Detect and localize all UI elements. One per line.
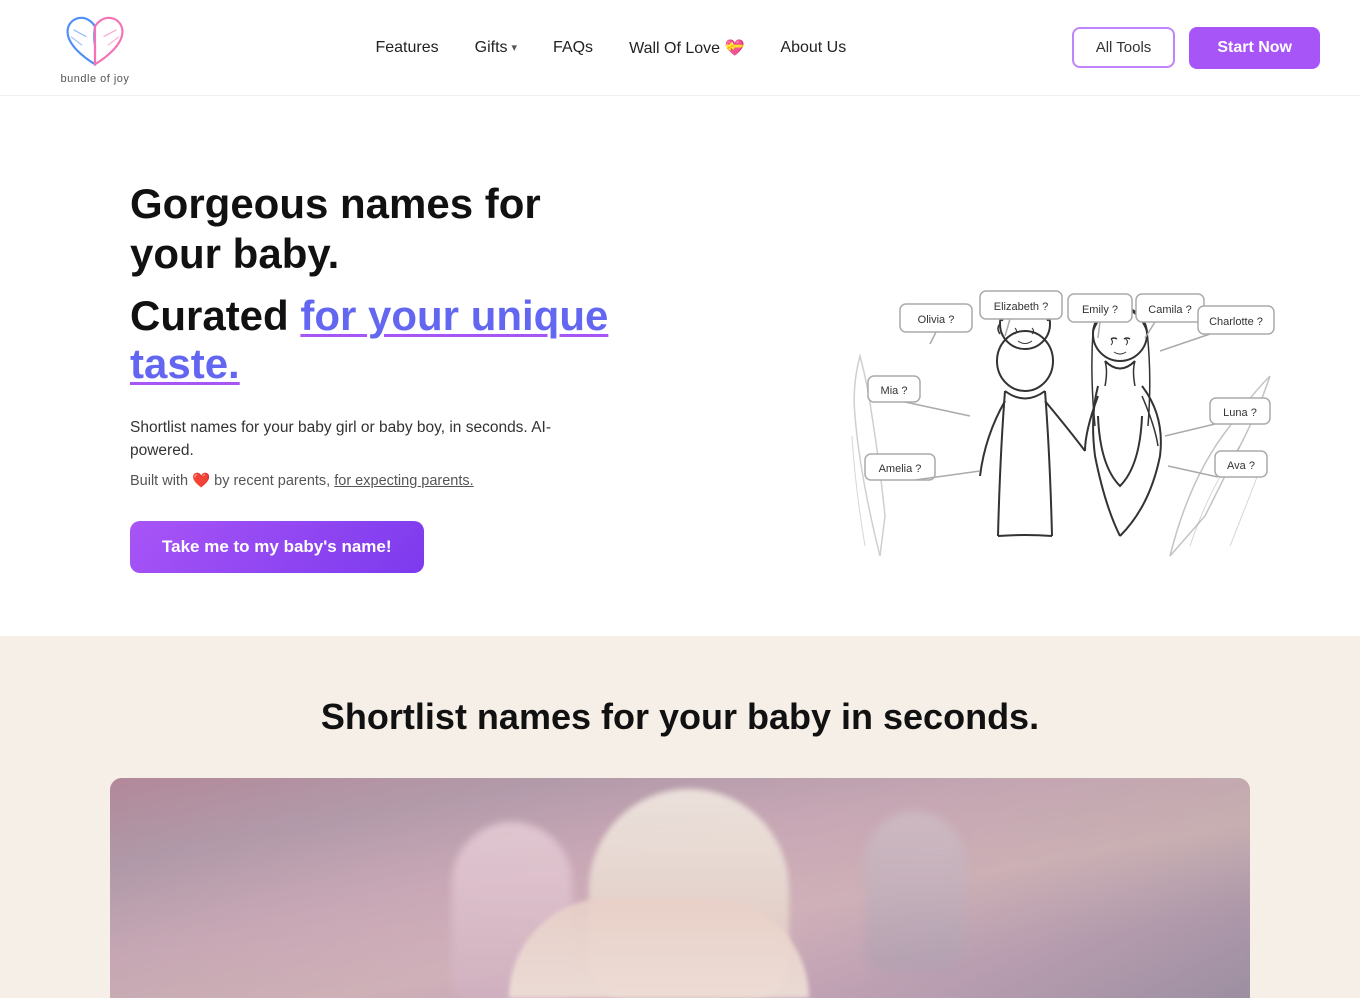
hero-subtitle: Shortlist names for your baby girl or ba… (130, 416, 610, 463)
shortlist-photo (110, 778, 1250, 998)
logo-text: bundle of joy (61, 73, 130, 85)
hero-built-link[interactable]: for expecting parents. (334, 473, 473, 489)
nav-faqs[interactable]: FAQs (553, 39, 593, 57)
navbar: bundle of joy Features Gifts ▾ FAQs Wall… (0, 0, 1360, 96)
nav-actions: All Tools Start Now (1072, 27, 1320, 69)
start-now-button[interactable]: Start Now (1189, 27, 1320, 69)
logo-icon (60, 11, 130, 71)
hero-content: Gorgeous names for your baby. Curated fo… (130, 179, 610, 573)
section-shortlist-heading: Shortlist names for your baby in seconds… (40, 696, 1320, 738)
nav-links: Features Gifts ▾ FAQs Wall Of Love 💝 Abo… (375, 38, 846, 58)
nav-features[interactable]: Features (375, 39, 438, 57)
svg-text:Luna ?: Luna ? (1223, 407, 1257, 419)
nav-about-us[interactable]: About Us (780, 39, 846, 57)
hero-built-text: Built with ❤️ by recent parents, for exp… (130, 472, 610, 489)
hero-section: Gorgeous names for your baby. Curated fo… (0, 96, 1360, 636)
svg-text:Camila ?: Camila ? (1148, 304, 1191, 316)
nav-wall-of-love[interactable]: Wall Of Love 💝 (629, 38, 744, 58)
section-shortlist: Shortlist names for your baby in seconds… (0, 636, 1360, 998)
logo[interactable]: bundle of joy (40, 11, 150, 85)
svg-text:Olivia ?: Olivia ? (918, 314, 955, 326)
hero-title-line2: Curated for your unique taste. (130, 292, 610, 388)
svg-text:Amelia ?: Amelia ? (879, 463, 922, 475)
svg-text:Emily ?: Emily ? (1082, 304, 1118, 316)
chevron-down-icon: ▾ (512, 41, 518, 54)
svg-text:Charlotte ?: Charlotte ? (1209, 316, 1263, 328)
hero-illustration: Olivia ? Elizabeth ? Emily ? Camila ? Ch… (850, 176, 1280, 576)
svg-text:Elizabeth ?: Elizabeth ? (994, 301, 1048, 313)
svg-text:Mia ?: Mia ? (881, 385, 908, 397)
photo-background (110, 778, 1250, 998)
all-tools-button[interactable]: All Tools (1072, 27, 1176, 68)
hero-cta-button[interactable]: Take me to my baby's name! (130, 521, 424, 573)
nav-gifts[interactable]: Gifts ▾ (475, 39, 517, 57)
hero-title-line1: Gorgeous names for your baby. (130, 179, 610, 280)
svg-text:Ava ?: Ava ? (1227, 460, 1255, 472)
hero-svg: Olivia ? Elizabeth ? Emily ? Camila ? Ch… (850, 176, 1280, 576)
